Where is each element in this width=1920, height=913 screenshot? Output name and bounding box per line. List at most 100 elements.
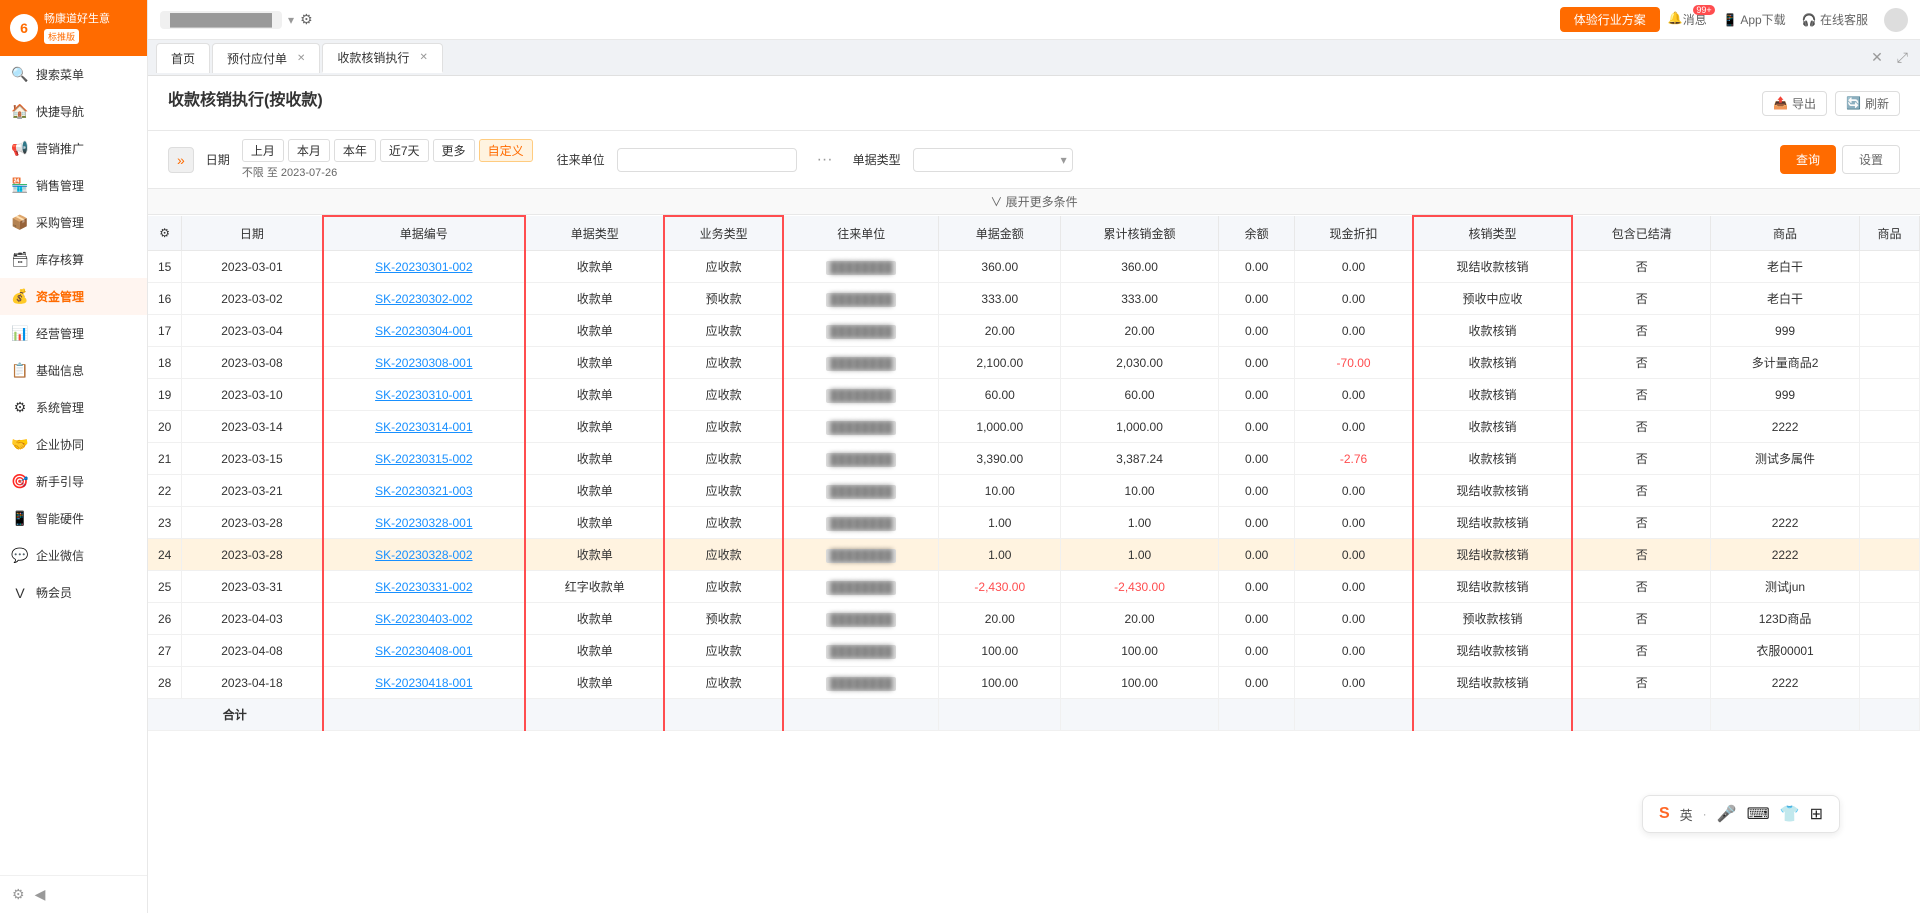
bill-link[interactable]: SK-20230408-001 xyxy=(375,644,472,658)
sidebar-item-search[interactable]: 🔍 搜索菜单 xyxy=(0,56,147,93)
ime-shirt-icon[interactable]: 👕 xyxy=(1780,804,1800,824)
th-settings[interactable]: ⚙ xyxy=(148,216,182,251)
cell-verified: 10.00 xyxy=(1061,475,1219,507)
sidebar-item-basic[interactable]: 📋 基础信息 xyxy=(0,352,147,389)
cell-goods2 xyxy=(1860,443,1920,475)
sidebar-item-member[interactable]: V 畅会员 xyxy=(0,574,147,611)
bill-link[interactable]: SK-20230314-001 xyxy=(375,420,472,434)
gear-icon[interactable]: ⚙ xyxy=(300,11,313,28)
cell-amount: 1,000.00 xyxy=(939,411,1061,443)
bill-link[interactable]: SK-20230331-002 xyxy=(375,580,472,594)
th-date[interactable]: 日期 xyxy=(182,216,323,251)
expand-bar[interactable]: ∨ 展开更多条件 xyxy=(148,189,1920,215)
tabbar: 首页 预付应付单 ✕ 收款核销执行 ✕ ✕ ⤢ xyxy=(148,40,1920,76)
date-btn-custom[interactable]: 自定义 xyxy=(479,139,533,162)
sidebar-item-shortcuts[interactable]: 🏠 快捷导航 xyxy=(0,93,147,130)
tab-home[interactable]: 首页 xyxy=(156,43,210,73)
tab-verify[interactable]: 收款核销执行 ✕ xyxy=(322,43,442,73)
date-btn-last-month[interactable]: 上月 xyxy=(242,139,284,162)
bill-link[interactable]: SK-20230304-001 xyxy=(375,324,472,338)
ime-mic-icon[interactable]: 🎤 xyxy=(1717,804,1737,824)
bill-link[interactable]: SK-20230310-001 xyxy=(375,388,472,402)
ime-grid-icon[interactable]: ⊞ xyxy=(1810,804,1823,824)
sidebar-logo: 6 畅康道好生意 标推版 xyxy=(0,0,147,56)
cell-partner: ████████ xyxy=(783,315,939,347)
cell-bill-no: SK-20230310-001 xyxy=(323,379,526,411)
user-avatar[interactable] xyxy=(1884,8,1908,32)
th-amount[interactable]: 单据金额 xyxy=(939,216,1061,251)
date-btn-7days[interactable]: 近7天 xyxy=(380,139,429,162)
th-goods2[interactable]: 商品 xyxy=(1860,216,1920,251)
bill-link[interactable]: SK-20230321-003 xyxy=(375,484,472,498)
date-btn-this-month[interactable]: 本月 xyxy=(288,139,330,162)
cell-date: 2023-03-02 xyxy=(182,283,323,315)
query-button[interactable]: 查询 xyxy=(1780,145,1836,174)
th-partner[interactable]: 往来单位 xyxy=(783,216,939,251)
bill-link[interactable]: SK-20230328-002 xyxy=(375,548,472,562)
tab-verify-close[interactable]: ✕ xyxy=(419,52,427,63)
expand-tab-icon[interactable]: ⤢ xyxy=(1893,47,1912,68)
sidebar-item-purchase[interactable]: 📦 采购管理 xyxy=(0,204,147,241)
th-goods1[interactable]: 商品 xyxy=(1711,216,1860,251)
cell-goods1: 衣服00001 xyxy=(1711,635,1860,667)
cell-no: 25 xyxy=(148,571,182,603)
cell-bill-no: SK-20230331-002 xyxy=(323,571,526,603)
refresh-button[interactable]: 🔄 刷新 xyxy=(1835,91,1900,116)
cell-balance: 0.00 xyxy=(1218,347,1294,379)
date-btn-more[interactable]: 更多 xyxy=(433,139,475,162)
online-service[interactable]: 🎧 在线客服 xyxy=(1802,11,1868,28)
sidebar-item-guide[interactable]: 🎯 新手引导 xyxy=(0,463,147,500)
filter-toggle-button[interactable]: » xyxy=(168,147,194,173)
sidebar-item-inventory[interactable]: 🗃 库存核算 xyxy=(0,241,147,278)
cell-goods1: 测试jun xyxy=(1711,571,1860,603)
th-discount[interactable]: 现金折扣 xyxy=(1295,216,1413,251)
ime-keyboard-icon[interactable]: ⌨ xyxy=(1747,804,1770,824)
export-button[interactable]: 📤 导出 xyxy=(1762,91,1827,116)
table-total-row: 合计 xyxy=(148,699,1920,731)
sidebar-item-hardware[interactable]: 📱 智能硬件 xyxy=(0,500,147,537)
cell-date: 2023-03-21 xyxy=(182,475,323,507)
th-biz-type[interactable]: 业务类型 xyxy=(664,216,783,251)
topbar-brand: ████████████ ▾ ⚙ xyxy=(160,11,1552,29)
sidebar-item-operations[interactable]: 📊 经营管理 xyxy=(0,315,147,352)
setting-button[interactable]: 设置 xyxy=(1842,145,1900,174)
close-all-icon[interactable]: ✕ xyxy=(1867,47,1887,68)
sidebar-item-enterprise[interactable]: 🤝 企业协同 xyxy=(0,426,147,463)
sidebar-item-marketing[interactable]: 📢 营销推广 xyxy=(0,130,147,167)
sidebar-item-sales[interactable]: 🏪 销售管理 xyxy=(0,167,147,204)
date-btn-this-year[interactable]: 本年 xyxy=(334,139,376,162)
sidebar-item-wechat[interactable]: 💬 企业微信 xyxy=(0,537,147,574)
tab-payable-close[interactable]: ✕ xyxy=(297,53,305,64)
total-has-settled xyxy=(1572,699,1710,731)
settings-bottom-icon[interactable]: ⚙ xyxy=(12,886,25,903)
partner-input[interactable] xyxy=(617,148,797,172)
sidebar-item-finance[interactable]: 💰 资金管理 xyxy=(0,278,147,315)
th-bill-no[interactable]: 单据编号 xyxy=(323,216,526,251)
bill-link[interactable]: SK-20230328-001 xyxy=(375,516,472,530)
dropdown-arrow[interactable]: ▾ xyxy=(288,13,294,27)
marketing-icon: 📢 xyxy=(12,141,28,157)
app-download[interactable]: 📱 App下载 xyxy=(1723,11,1786,28)
th-has-settled[interactable]: 包含已结清 xyxy=(1572,216,1710,251)
th-balance[interactable]: 余额 xyxy=(1218,216,1294,251)
bill-link[interactable]: SK-20230403-002 xyxy=(375,612,472,626)
collapse-icon[interactable]: ◀ xyxy=(35,886,46,903)
bill-type-select[interactable] xyxy=(913,148,1073,172)
bill-link[interactable]: SK-20230302-002 xyxy=(375,292,472,306)
sidebar-item-system[interactable]: ⚙ 系统管理 xyxy=(0,389,147,426)
filter-dots: ··· xyxy=(817,151,833,169)
bill-link[interactable]: SK-20230418-001 xyxy=(375,676,472,690)
th-verify-type[interactable]: 核销类型 xyxy=(1413,216,1573,251)
cell-biz-type: 应收款 xyxy=(664,347,783,379)
notification-area[interactable]: 🔔 消息 99+ xyxy=(1668,11,1707,28)
th-verified[interactable]: 累计核销金额 xyxy=(1061,216,1219,251)
column-settings-icon[interactable]: ⚙ xyxy=(159,226,170,240)
th-bill-type[interactable]: 单据类型 xyxy=(525,216,664,251)
bill-link[interactable]: SK-20230301-002 xyxy=(375,260,472,274)
cell-bill-no: SK-20230301-002 xyxy=(323,251,526,283)
bill-link[interactable]: SK-20230315-002 xyxy=(375,452,472,466)
bill-link[interactable]: SK-20230308-001 xyxy=(375,356,472,370)
solution-button[interactable]: 体验行业方案 xyxy=(1560,7,1660,32)
cell-verify-type: 收款核销 xyxy=(1413,315,1573,347)
tab-payable[interactable]: 预付应付单 ✕ xyxy=(212,43,320,73)
